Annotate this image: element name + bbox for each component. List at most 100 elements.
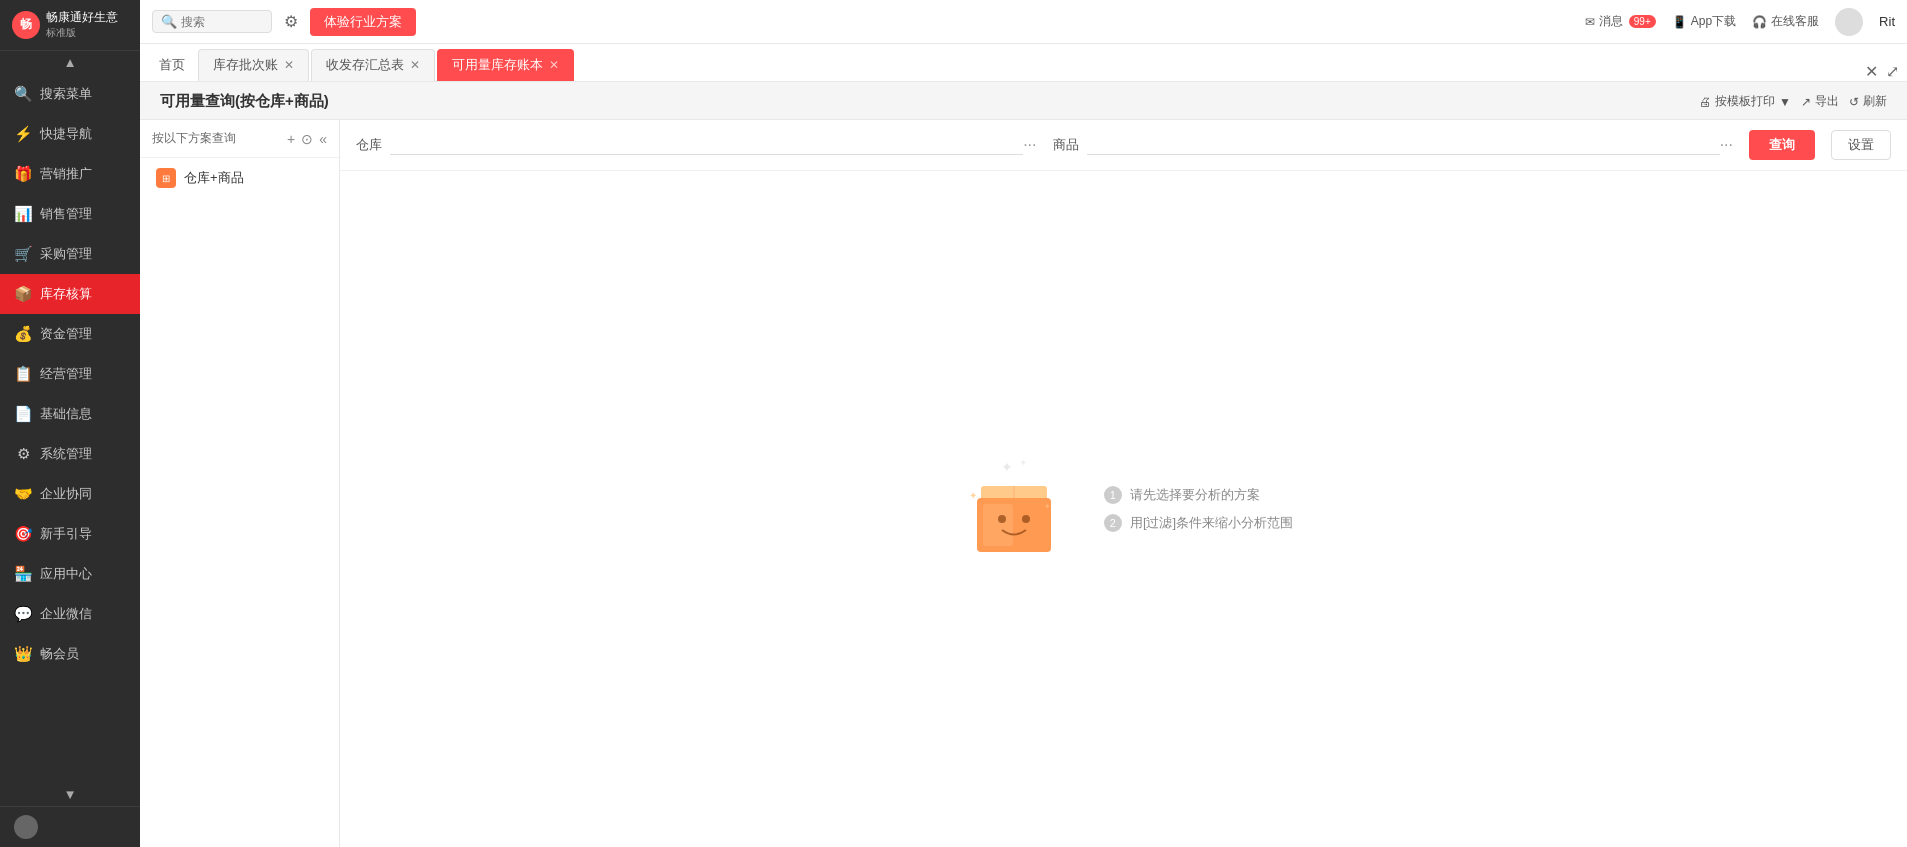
sidebar-nav: 🔍 搜索菜单 ⚡ 快捷导航 🎁 营销推广 📊 销售管理 🛒 采购管理 📦 库存核… [0,74,140,783]
tab-available-ledger-close[interactable]: ✕ [549,58,559,72]
filter-settings-button[interactable]: ⊙ [301,131,313,147]
sidebar-item-label: 畅会员 [40,645,79,663]
warehouse-label: 仓库 [356,136,382,154]
query-submit-button[interactable]: 查询 [1749,130,1815,160]
gift-icon: 🎁 [14,165,32,183]
topbar-search-input[interactable] [181,15,261,29]
online-service-label: 在线客服 [1771,13,1819,30]
svg-text:✦: ✦ [969,490,977,501]
filter-collapse-button[interactable]: « [319,131,327,147]
print-icon: 🖨 [1699,95,1711,109]
crown-icon: 👑 [14,645,32,663]
page-actions: 🖨 按模板打印 ▼ ↗ 导出 ↺ 刷新 [1699,93,1887,110]
query-bar: 仓库 ··· 商品 ··· 查询 设置 [340,120,1907,171]
svg-point-6 [998,515,1006,523]
sidebar-item-enterprise[interactable]: 🤝 企业协同 [0,474,140,514]
sidebar-item-shortcut[interactable]: ⚡ 快捷导航 [0,114,140,154]
industry-solution-button[interactable]: 体验行业方案 [310,8,416,36]
sidebar-item-label: 经营管理 [40,365,92,383]
sidebar-item-sales[interactable]: 📊 销售管理 [0,194,140,234]
warehouse-field: 仓库 ··· [356,135,1037,155]
topbar-gear-icon[interactable]: ⚙ [280,8,302,35]
tab-maximize-button[interactable]: ⤢ [1886,62,1899,81]
tab-receipt-summary-close[interactable]: ✕ [410,58,420,72]
online-service-button[interactable]: 🎧 在线客服 [1752,13,1819,30]
search-icon: 🔍 [14,85,32,103]
message-badge: 99+ [1629,15,1656,28]
filter-add-button[interactable]: + [287,131,295,147]
tab-batch-account-close[interactable]: ✕ [284,58,294,72]
sidebar-scroll-up[interactable]: ▲ [0,51,140,74]
tab-home[interactable]: 首页 [148,49,196,81]
mobile-icon: 📱 [1672,15,1687,29]
sidebar-item-purchase[interactable]: 🛒 采购管理 [0,234,140,274]
tab-batch-account[interactable]: 库存批次账 ✕ [198,49,309,81]
warehouse-more-button[interactable]: ··· [1023,136,1036,154]
tab-available-ledger[interactable]: 可用量库存账本 ✕ [437,49,574,81]
sidebar-item-vip[interactable]: 👑 畅会员 [0,634,140,674]
sidebar-item-label: 系统管理 [40,445,92,463]
dropdown-icon: ▼ [1779,95,1791,109]
sidebar-item-operation[interactable]: 📋 经营管理 [0,354,140,394]
handshake-icon: 🤝 [14,485,32,503]
export-icon: ↗ [1801,95,1811,109]
add-icon: + [287,131,295,147]
tabs-bar: 首页 库存批次账 ✕ 收发存汇总表 ✕ 可用量库存账本 ✕ ✕ ⤢ [140,44,1907,82]
sidebar-item-system[interactable]: ⚙ 系统管理 [0,434,140,474]
tab-close-window-button[interactable]: ✕ [1865,62,1878,81]
sidebar-item-appstore[interactable]: 🏪 应用中心 [0,554,140,594]
sidebar-item-label: 企业微信 [40,605,92,623]
sidebar-scroll-down[interactable]: ▼ [0,783,140,806]
svg-rect-5 [983,504,1013,546]
sidebar-item-marketing[interactable]: 🎁 营销推广 [0,154,140,194]
sidebar-item-inventory[interactable]: 📦 库存核算 [0,274,140,314]
user-avatar-top[interactable] [1835,8,1863,36]
filter-scheme-label: 仓库+商品 [184,169,244,187]
sidebar-item-label: 新手引导 [40,525,92,543]
product-more-button[interactable]: ··· [1720,136,1733,154]
print-template-button[interactable]: 🖨 按模板打印 ▼ [1699,93,1791,110]
refresh-icon: ↺ [1849,95,1859,109]
empty-tip-1: 1 请先选择要分析的方案 [1104,486,1293,504]
user-profile[interactable] [0,806,140,847]
scheme-icon: ⊞ [156,168,176,188]
tab-available-ledger-label: 可用量库存账本 [452,56,543,74]
empty-tips: 1 请先选择要分析的方案 2 用[过滤]条件来缩小分析范围 [1104,486,1293,532]
sidebar-item-finance[interactable]: 💰 资金管理 [0,314,140,354]
sidebar-item-label: 基础信息 [40,405,92,423]
warehouse-input[interactable] [390,135,1023,155]
money-icon: 💰 [14,325,32,343]
sidebar-item-label: 搜索菜单 [40,85,92,103]
sidebar-item-basic[interactable]: 📄 基础信息 [0,394,140,434]
store-icon: 🏪 [14,565,32,583]
collapse-icon: « [319,131,327,147]
sidebar-item-label: 企业协同 [40,485,92,503]
brand-tag: 标准版 [46,26,118,40]
export-button[interactable]: ↗ 导出 [1801,93,1839,110]
filter-header-actions: + ⊙ « [287,131,327,147]
gear-icon: ⚙ [14,445,32,463]
data-area: 仓库 ··· 商品 ··· 查询 设置 [340,120,1907,847]
filter-header: 按以下方案查询 + ⊙ « [140,120,339,158]
app-download-button[interactable]: 📱 App下载 [1672,13,1736,30]
sidebar-item-wechat[interactable]: 💬 企业微信 [0,594,140,634]
sidebar-item-label: 应用中心 [40,565,92,583]
topbar-search-box[interactable]: 🔍 [152,10,272,33]
message-button[interactable]: ✉ 消息 99+ [1585,13,1656,30]
box-icon: 📦 [14,285,32,303]
sidebar-item-label: 库存核算 [40,285,92,303]
filter-scheme-item[interactable]: ⊞ 仓库+商品 [140,158,339,198]
product-label: 商品 [1053,136,1079,154]
sidebar-item-label: 采购管理 [40,245,92,263]
tab-receipt-summary-label: 收发存汇总表 [326,56,404,74]
brand-name: 畅康通好生意 [46,10,118,26]
message-label: 消息 [1599,13,1623,30]
sidebar-item-search[interactable]: 🔍 搜索菜单 [0,74,140,114]
tip-1-number: 1 [1104,486,1122,504]
query-settings-button[interactable]: 设置 [1831,130,1891,160]
product-input[interactable] [1087,135,1720,155]
sidebar-item-newuser[interactable]: 🎯 新手引导 [0,514,140,554]
tab-receipt-summary[interactable]: 收发存汇总表 ✕ [311,49,435,81]
refresh-button[interactable]: ↺ 刷新 [1849,93,1887,110]
cart-icon: 🛒 [14,245,32,263]
